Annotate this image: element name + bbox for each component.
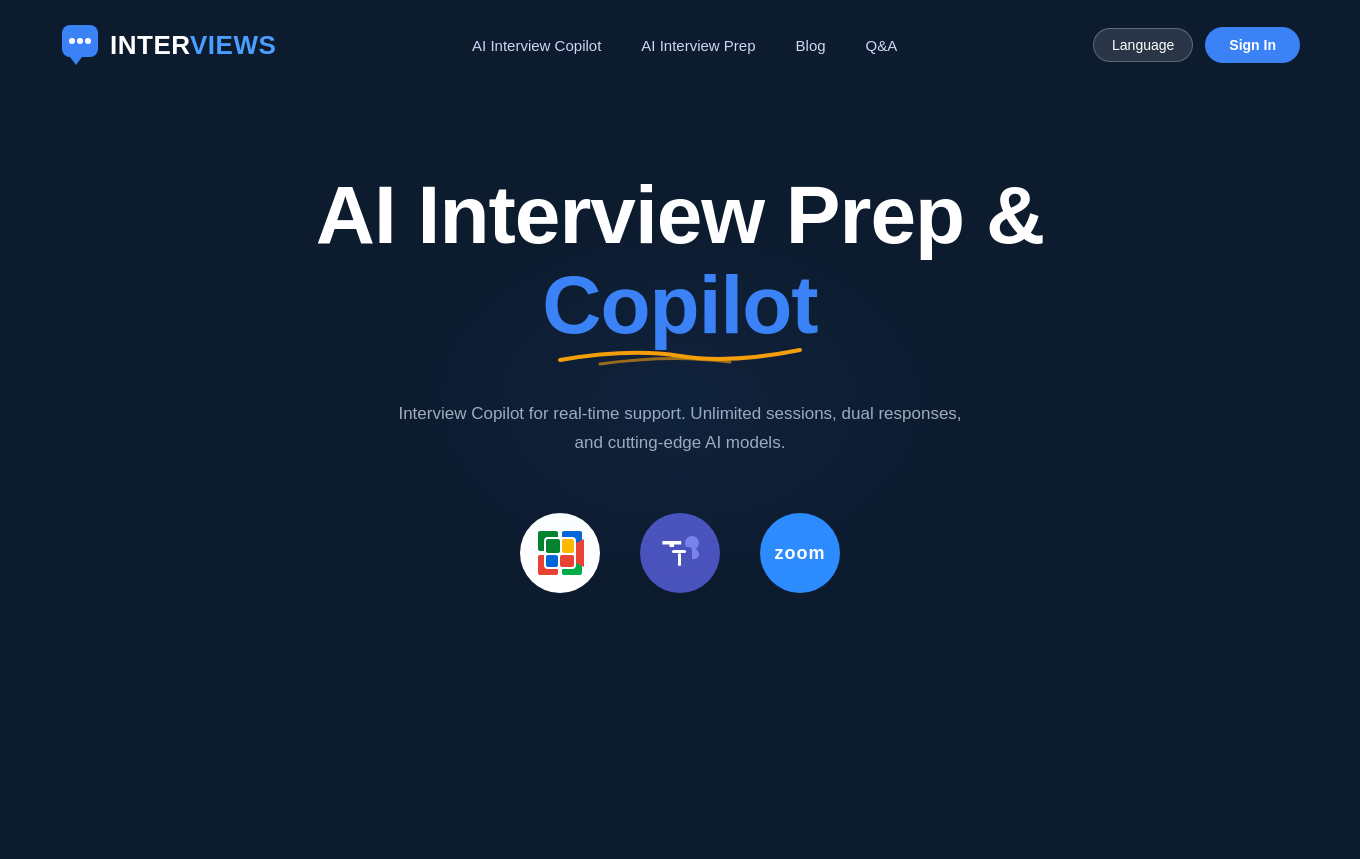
hero-title: AI Interview Prep & Copilot [316, 170, 1044, 350]
ms-teams-icon: T [640, 513, 720, 593]
logo-icon [60, 23, 100, 67]
signin-button[interactable]: Sign In [1205, 27, 1300, 63]
nav-item-copilot[interactable]: AI Interview Copilot [472, 37, 601, 54]
svg-rect-10 [562, 539, 574, 553]
logo-text: INTERVIEWS [110, 30, 276, 61]
header-actions: Language Sign In [1093, 27, 1300, 63]
hero-title-line1: AI Interview Prep & [316, 170, 1044, 260]
google-meet-svg [532, 525, 588, 581]
svg-rect-18 [672, 550, 686, 553]
main-nav: AI Interview Copilot AI Interview Prep B… [472, 37, 897, 54]
platform-icons: T zoom [520, 513, 840, 593]
hero-title-line2-wrap: Copilot [316, 260, 1044, 350]
zoom-text: zoom [775, 543, 826, 564]
logo[interactable]: INTERVIEWS [60, 23, 276, 67]
ms-teams-svg: T [652, 525, 708, 581]
hero-subtitle: Interview Copilot for real-time support.… [398, 400, 961, 458]
zoom-icon: zoom [760, 513, 840, 593]
svg-rect-9 [546, 539, 560, 553]
language-button[interactable]: Language [1093, 28, 1193, 62]
nav-item-qa[interactable]: Q&A [866, 37, 898, 54]
nav-item-blog[interactable]: Blog [796, 37, 826, 54]
svg-rect-19 [678, 553, 681, 566]
svg-rect-12 [560, 555, 574, 567]
svg-point-1 [69, 38, 75, 44]
svg-rect-11 [546, 555, 558, 567]
hero-title-line2: Copilot [542, 260, 817, 350]
svg-marker-13 [576, 539, 584, 567]
google-meet-icon [520, 513, 600, 593]
nav-item-prep[interactable]: AI Interview Prep [641, 37, 755, 54]
svg-point-3 [85, 38, 91, 44]
copilot-word: Copilot [542, 259, 817, 350]
svg-point-2 [77, 38, 83, 44]
copilot-underline [550, 340, 810, 368]
hero-section: AI Interview Prep & Copilot Interview Co… [0, 90, 1360, 593]
